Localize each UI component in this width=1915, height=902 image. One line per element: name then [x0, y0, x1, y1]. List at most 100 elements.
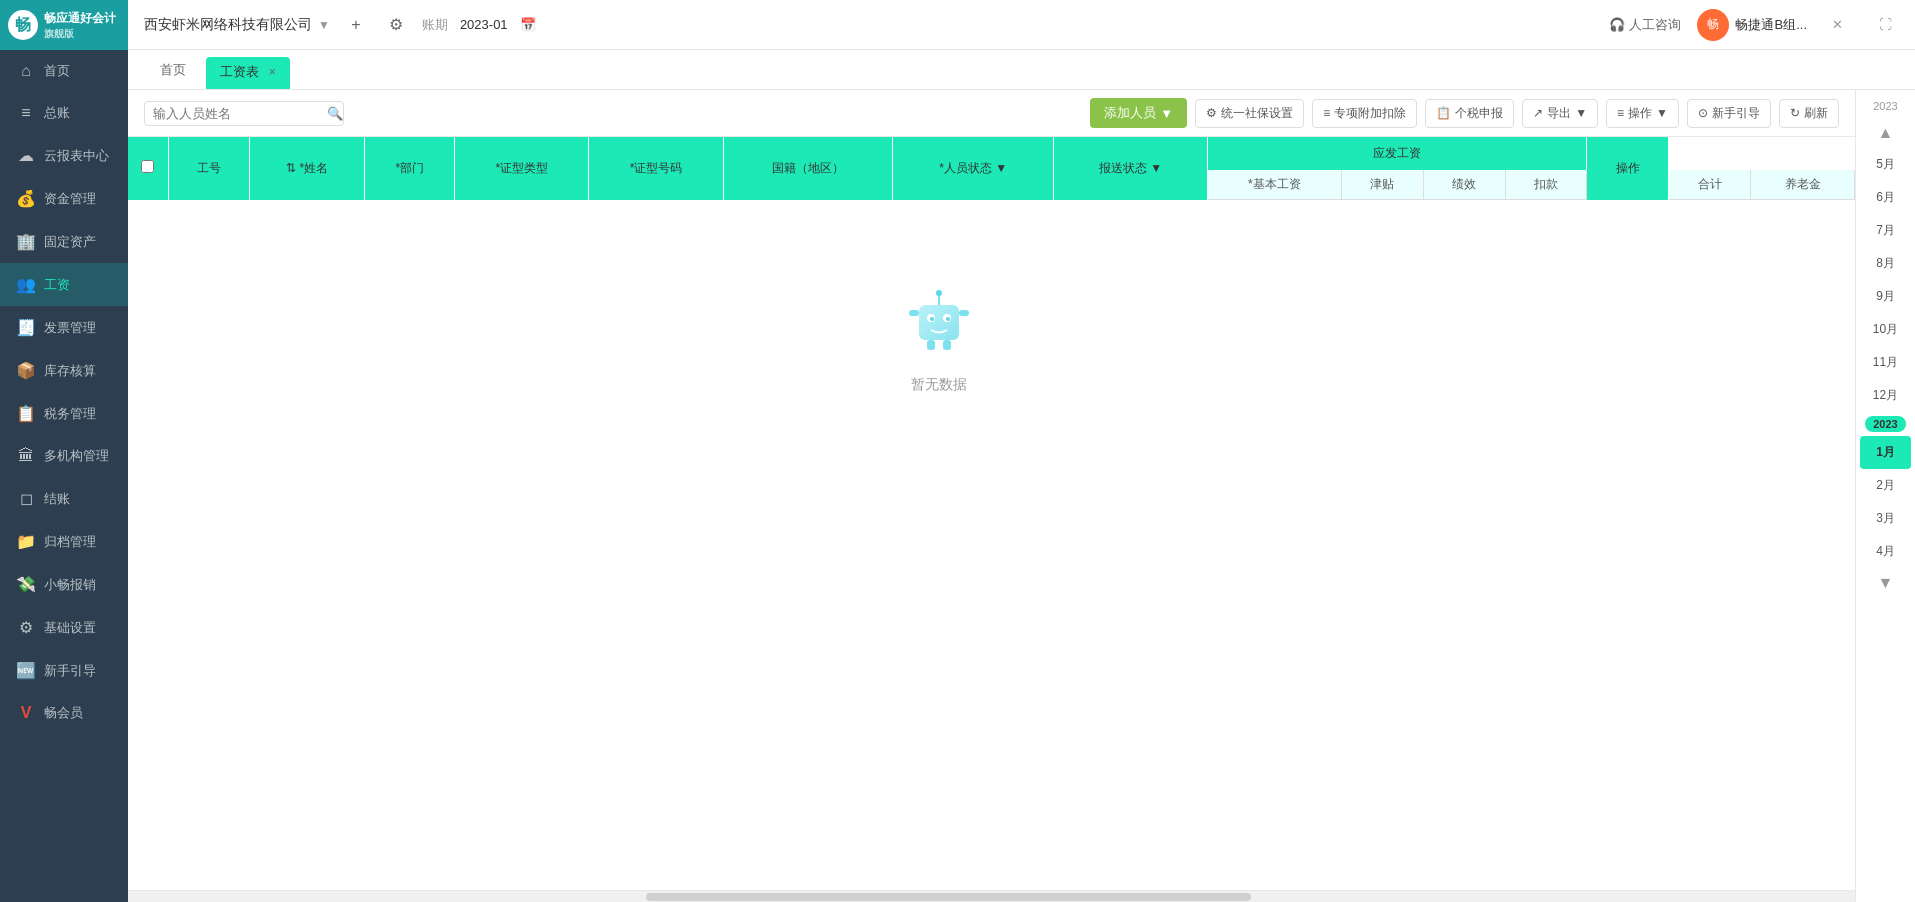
refresh-button[interactable]: ↻ 刷新: [1779, 99, 1839, 128]
month-item-6[interactable]: 6月: [1856, 181, 1915, 214]
header-nationality: 国籍（地区）: [723, 137, 892, 200]
tabbar: 首页 工资表 ×: [128, 50, 1915, 90]
sidebar-item-close-account[interactable]: ◻ 结账: [0, 477, 128, 520]
export-button[interactable]: ↗ 导出 ▼: [1522, 99, 1598, 128]
avatar[interactable]: 畅: [1697, 9, 1729, 41]
sidebar-item-tax[interactable]: 📋 税务管理: [0, 392, 128, 435]
empty-text: 暂无数据: [911, 376, 967, 394]
settings-button[interactable]: ⚙: [382, 11, 410, 39]
svg-rect-9: [927, 340, 935, 350]
settings-icon: ⚙: [16, 618, 36, 637]
select-all-checkbox[interactable]: [141, 160, 154, 173]
user-name[interactable]: 畅捷通B组...: [1735, 16, 1807, 34]
sidebar: 畅 畅应通好会计 旗舰版 ⌂ 首页 ≡ 总账 ☁ 云报表中心 💰 资金管理 🏢 …: [0, 0, 128, 902]
inventory-icon: 📦: [16, 361, 36, 380]
sidebar-item-multi-org[interactable]: 🏛 多机构管理: [0, 435, 128, 477]
month-item-11[interactable]: 11月: [1856, 346, 1915, 379]
export-dropdown-icon: ▼: [1575, 106, 1587, 120]
headset-icon: 🎧: [1609, 17, 1625, 32]
guide-button[interactable]: ⊙ 新手引导: [1687, 99, 1771, 128]
service-button[interactable]: 🎧 人工咨询: [1609, 16, 1681, 34]
refresh-icon: ↻: [1790, 106, 1800, 120]
month-nav-down[interactable]: ▼: [1856, 568, 1915, 598]
building-icon: 🏢: [16, 232, 36, 251]
empty-state: 暂无数据: [128, 200, 1751, 474]
month-panel: 2023 ▲ 5月 6月 7月 8月 9月 10月 11月 12月 2023 1…: [1855, 90, 1915, 902]
social-security-icon: ⚙: [1206, 106, 1217, 120]
service-label: 人工咨询: [1629, 16, 1681, 34]
tax-button[interactable]: 📋 个税申报: [1425, 99, 1514, 128]
invoice-icon: 🧾: [16, 318, 36, 337]
header-status: *人员状态 ▼: [892, 137, 1054, 200]
header-salary-group: 应发工资: [1207, 137, 1587, 170]
month-item-4[interactable]: 4月: [1856, 535, 1915, 568]
tab-home[interactable]: 首页: [144, 53, 202, 89]
period-label: 账期: [422, 16, 448, 34]
operation-button[interactable]: ≡ 操作 ▼: [1606, 99, 1679, 128]
sidebar-item-vip[interactable]: V 畅会员: [0, 692, 128, 734]
month-item-12[interactable]: 12月: [1856, 379, 1915, 412]
sidebar-item-inventory[interactable]: 📦 库存核算: [0, 349, 128, 392]
sidebar-item-cloud-report[interactable]: ☁ 云报表中心: [0, 134, 128, 177]
month-item-3[interactable]: 3月: [1856, 502, 1915, 535]
month-item-9[interactable]: 9月: [1856, 280, 1915, 313]
sidebar-item-expense[interactable]: 💸 小畅报销: [0, 563, 128, 606]
sidebar-item-salary[interactable]: 👥 工资: [0, 263, 128, 306]
window-expand-button[interactable]: ⛶: [1871, 11, 1899, 39]
horizontal-scrollbar[interactable]: [128, 890, 1855, 902]
company-selector[interactable]: 西安虾米网络科技有限公司 ▼: [144, 16, 330, 34]
header-id-number: *证型号码: [589, 137, 723, 200]
month-item-10[interactable]: 10月: [1856, 313, 1915, 346]
fund-icon: 💰: [16, 189, 36, 208]
month-nav-up[interactable]: ▲: [1856, 118, 1915, 148]
window-close-button[interactable]: ✕: [1823, 11, 1851, 39]
sidebar-item-fund[interactable]: 💰 资金管理: [0, 177, 128, 220]
operation-dropdown-icon: ▼: [1656, 106, 1668, 120]
header-allowance: 津贴: [1341, 170, 1423, 200]
month-item-8[interactable]: 8月: [1856, 247, 1915, 280]
table-header-row: 工号 ⇅ *姓名 *部门 *证型类型 *证型号码 国籍（地区） *人员状态 ▼ …: [128, 137, 1855, 170]
checkbox-header: [128, 137, 168, 200]
month-item-1[interactable]: 1月: [1860, 436, 1911, 469]
svg-rect-0: [919, 305, 959, 340]
vip-icon: V: [16, 704, 36, 722]
tab-salary-close[interactable]: ×: [269, 65, 276, 79]
header-total: 合计: [1669, 170, 1751, 200]
search-icon: 🔍: [327, 106, 343, 121]
table-wrap: 工号 ⇅ *姓名 *部门 *证型类型 *证型号码 国籍（地区） *人员状态 ▼ …: [128, 137, 1855, 890]
main-content: 西安虾米网络科技有限公司 ▼ + ⚙ 账期 2023-01 📅 🎧 人工咨询 畅…: [128, 0, 1915, 902]
month-item-2[interactable]: 2月: [1856, 469, 1915, 502]
sidebar-item-home[interactable]: ⌂ 首页: [0, 50, 128, 92]
add-company-button[interactable]: +: [342, 11, 370, 39]
tab-salary[interactable]: 工资表 ×: [206, 57, 290, 89]
main-panel: 🔍 添加人员 ▼ ⚙ 统一社保设置 ≡ 专项附加扣除: [128, 90, 1855, 902]
calendar-icon[interactable]: 📅: [520, 17, 536, 32]
search-input[interactable]: [153, 106, 321, 121]
guide-icon: ⊙: [1698, 106, 1708, 120]
empty-icon: [899, 280, 979, 360]
sidebar-item-fixed-assets[interactable]: 🏢 固定资产: [0, 220, 128, 263]
sidebar-item-guide[interactable]: 🆕 新手引导: [0, 649, 128, 692]
svg-rect-8: [959, 310, 969, 316]
header-name: ⇅ *姓名: [250, 137, 365, 200]
header-work-number: 工号: [168, 137, 250, 200]
month-item-7[interactable]: 7月: [1856, 214, 1915, 247]
period-value: 2023-01: [460, 17, 508, 32]
sidebar-item-invoice[interactable]: 🧾 发票管理: [0, 306, 128, 349]
content-area: 🔍 添加人员 ▼ ⚙ 统一社保设置 ≡ 专项附加扣除: [128, 90, 1915, 902]
sidebar-nav: ⌂ 首页 ≡ 总账 ☁ 云报表中心 💰 资金管理 🏢 固定资产 👥 工资 🧾 发…: [0, 50, 128, 902]
scrollbar-thumb: [646, 893, 1250, 901]
header-operation: 操作: [1587, 137, 1669, 200]
sidebar-logo: 畅 畅应通好会计 旗舰版: [0, 0, 128, 50]
sidebar-item-archive[interactable]: 📁 归档管理: [0, 520, 128, 563]
deduction-icon: ≡: [1323, 106, 1330, 120]
month-item-5[interactable]: 5月: [1856, 148, 1915, 181]
sidebar-item-settings[interactable]: ⚙ 基础设置: [0, 606, 128, 649]
social-security-button[interactable]: ⚙ 统一社保设置: [1195, 99, 1304, 128]
add-person-button[interactable]: 添加人员 ▼: [1090, 98, 1187, 128]
header-id-type: *证型类型: [455, 137, 589, 200]
svg-rect-10: [943, 340, 951, 350]
user-area: 畅 畅捷通B组...: [1697, 9, 1807, 41]
deduction-button[interactable]: ≡ 专项附加扣除: [1312, 99, 1417, 128]
sidebar-item-ledger[interactable]: ≡ 总账: [0, 92, 128, 134]
